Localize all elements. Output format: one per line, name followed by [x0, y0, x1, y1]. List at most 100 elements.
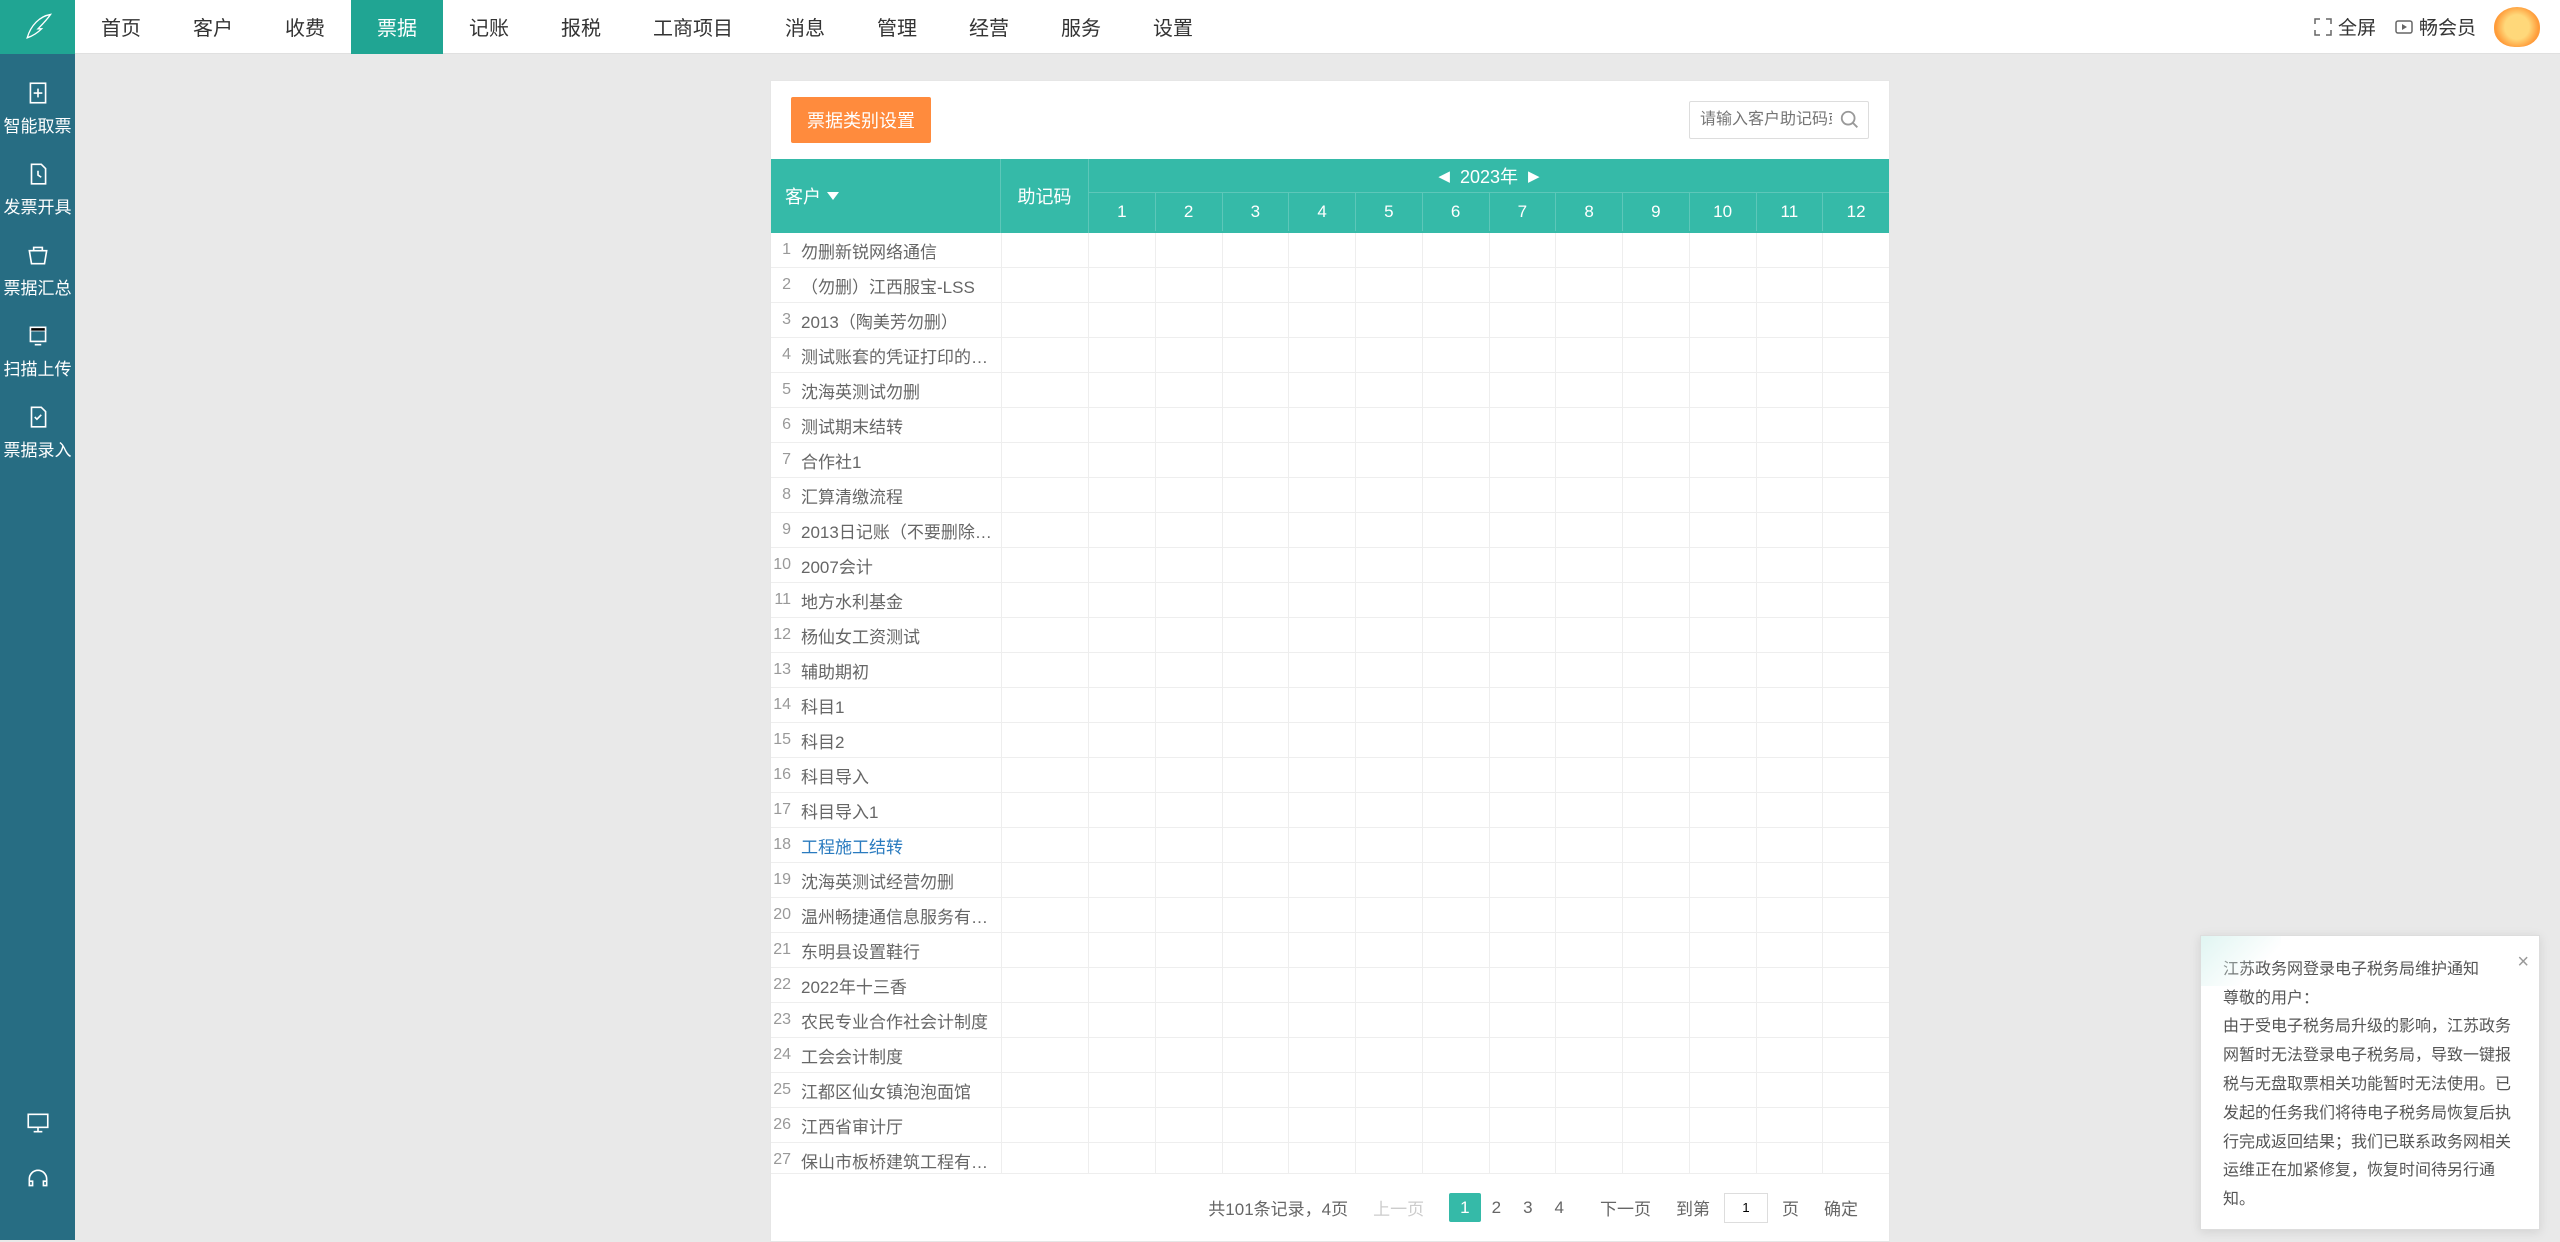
- page-1[interactable]: 1: [1449, 1193, 1480, 1222]
- month-7[interactable]: 7: [1490, 193, 1557, 231]
- cell[interactable]: [1289, 1003, 1356, 1037]
- cell[interactable]: [1423, 268, 1490, 302]
- fullscreen-button[interactable]: 全屏: [2313, 13, 2376, 40]
- code-cell[interactable]: [1001, 863, 1089, 897]
- cell[interactable]: [1690, 338, 1757, 372]
- cell[interactable]: [1823, 898, 1889, 932]
- cell[interactable]: [1690, 583, 1757, 617]
- cell[interactable]: [1623, 513, 1690, 547]
- cell[interactable]: [1490, 863, 1557, 897]
- cell[interactable]: [1556, 513, 1623, 547]
- cell[interactable]: [1823, 1108, 1889, 1142]
- cell[interactable]: [1823, 723, 1889, 757]
- cell[interactable]: [1356, 1038, 1423, 1072]
- cell[interactable]: [1156, 268, 1223, 302]
- cell[interactable]: [1690, 233, 1757, 267]
- cell[interactable]: [1690, 933, 1757, 967]
- cell[interactable]: [1690, 898, 1757, 932]
- code-cell[interactable]: [1001, 1038, 1089, 1072]
- cell[interactable]: [1289, 863, 1356, 897]
- cell[interactable]: [1623, 583, 1690, 617]
- cell[interactable]: [1556, 793, 1623, 827]
- month-12[interactable]: 12: [1823, 193, 1889, 231]
- cell[interactable]: [1156, 1108, 1223, 1142]
- cell[interactable]: [1690, 793, 1757, 827]
- cell[interactable]: [1556, 758, 1623, 792]
- cell[interactable]: [1423, 723, 1490, 757]
- cell[interactable]: [1223, 583, 1290, 617]
- code-cell[interactable]: [1001, 968, 1089, 1002]
- cell[interactable]: [1356, 1108, 1423, 1142]
- cell[interactable]: [1556, 828, 1623, 862]
- cell[interactable]: [1556, 1073, 1623, 1107]
- cell[interactable]: [1423, 618, 1490, 652]
- cell[interactable]: [1423, 408, 1490, 442]
- cell[interactable]: [1823, 548, 1889, 582]
- cell[interactable]: [1223, 1003, 1290, 1037]
- category-settings-button[interactable]: 票据类别设置: [791, 97, 931, 143]
- cell[interactable]: [1423, 548, 1490, 582]
- cell[interactable]: [1289, 968, 1356, 1002]
- cell[interactable]: [1556, 583, 1623, 617]
- cell[interactable]: [1356, 408, 1423, 442]
- nav-设置[interactable]: 设置: [1127, 0, 1219, 54]
- cell[interactable]: [1089, 1108, 1156, 1142]
- cell[interactable]: [1823, 303, 1889, 337]
- logo[interactable]: [0, 0, 75, 54]
- cell[interactable]: [1289, 618, 1356, 652]
- cell[interactable]: [1223, 723, 1290, 757]
- cell[interactable]: [1156, 548, 1223, 582]
- cell[interactable]: [1757, 723, 1824, 757]
- month-10[interactable]: 10: [1690, 193, 1757, 231]
- cell[interactable]: [1089, 688, 1156, 722]
- cell[interactable]: [1623, 408, 1690, 442]
- cell[interactable]: [1490, 898, 1557, 932]
- nav-收费[interactable]: 收费: [259, 0, 351, 54]
- cell[interactable]: [1289, 513, 1356, 547]
- cell[interactable]: [1556, 1143, 1623, 1173]
- cell[interactable]: [1623, 443, 1690, 477]
- cell[interactable]: [1223, 758, 1290, 792]
- nav-经营[interactable]: 经营: [943, 0, 1035, 54]
- cell[interactable]: [1490, 933, 1557, 967]
- cell[interactable]: [1623, 723, 1690, 757]
- cell[interactable]: [1089, 653, 1156, 687]
- code-cell[interactable]: [1001, 1143, 1089, 1173]
- cell[interactable]: [1556, 688, 1623, 722]
- cell[interactable]: [1757, 408, 1824, 442]
- customer-name[interactable]: 科目导入1: [797, 798, 1001, 823]
- cell[interactable]: [1089, 303, 1156, 337]
- cell[interactable]: [1423, 653, 1490, 687]
- cell[interactable]: [1490, 1073, 1557, 1107]
- cell[interactable]: [1223, 338, 1290, 372]
- cell[interactable]: [1490, 338, 1557, 372]
- customer-name[interactable]: 农民专业合作社会计制度: [797, 1008, 1001, 1033]
- cell[interactable]: [1223, 1038, 1290, 1072]
- cell[interactable]: [1490, 618, 1557, 652]
- header-customer[interactable]: 客户: [771, 159, 1001, 233]
- cell[interactable]: [1356, 653, 1423, 687]
- nav-工商项目[interactable]: 工商项目: [627, 0, 759, 54]
- cell[interactable]: [1356, 233, 1423, 267]
- cell[interactable]: [1089, 338, 1156, 372]
- cell[interactable]: [1423, 898, 1490, 932]
- customer-name[interactable]: 汇算清缴流程: [797, 483, 1001, 508]
- cell[interactable]: [1757, 758, 1824, 792]
- year-next-icon[interactable]: ▶: [1528, 167, 1540, 185]
- cell[interactable]: [1223, 828, 1290, 862]
- cell[interactable]: [1490, 408, 1557, 442]
- cell[interactable]: [1156, 968, 1223, 1002]
- cell[interactable]: [1690, 443, 1757, 477]
- cell[interactable]: [1623, 653, 1690, 687]
- cell[interactable]: [1823, 863, 1889, 897]
- month-9[interactable]: 9: [1623, 193, 1690, 231]
- cell[interactable]: [1690, 653, 1757, 687]
- cell[interactable]: [1289, 338, 1356, 372]
- cell[interactable]: [1089, 1003, 1156, 1037]
- cell[interactable]: [1223, 268, 1290, 302]
- customer-name[interactable]: 2022年十三香: [797, 973, 1001, 998]
- cell[interactable]: [1156, 1003, 1223, 1037]
- cell[interactable]: [1356, 968, 1423, 1002]
- page-input[interactable]: [1724, 1193, 1768, 1223]
- nav-首页[interactable]: 首页: [75, 0, 167, 54]
